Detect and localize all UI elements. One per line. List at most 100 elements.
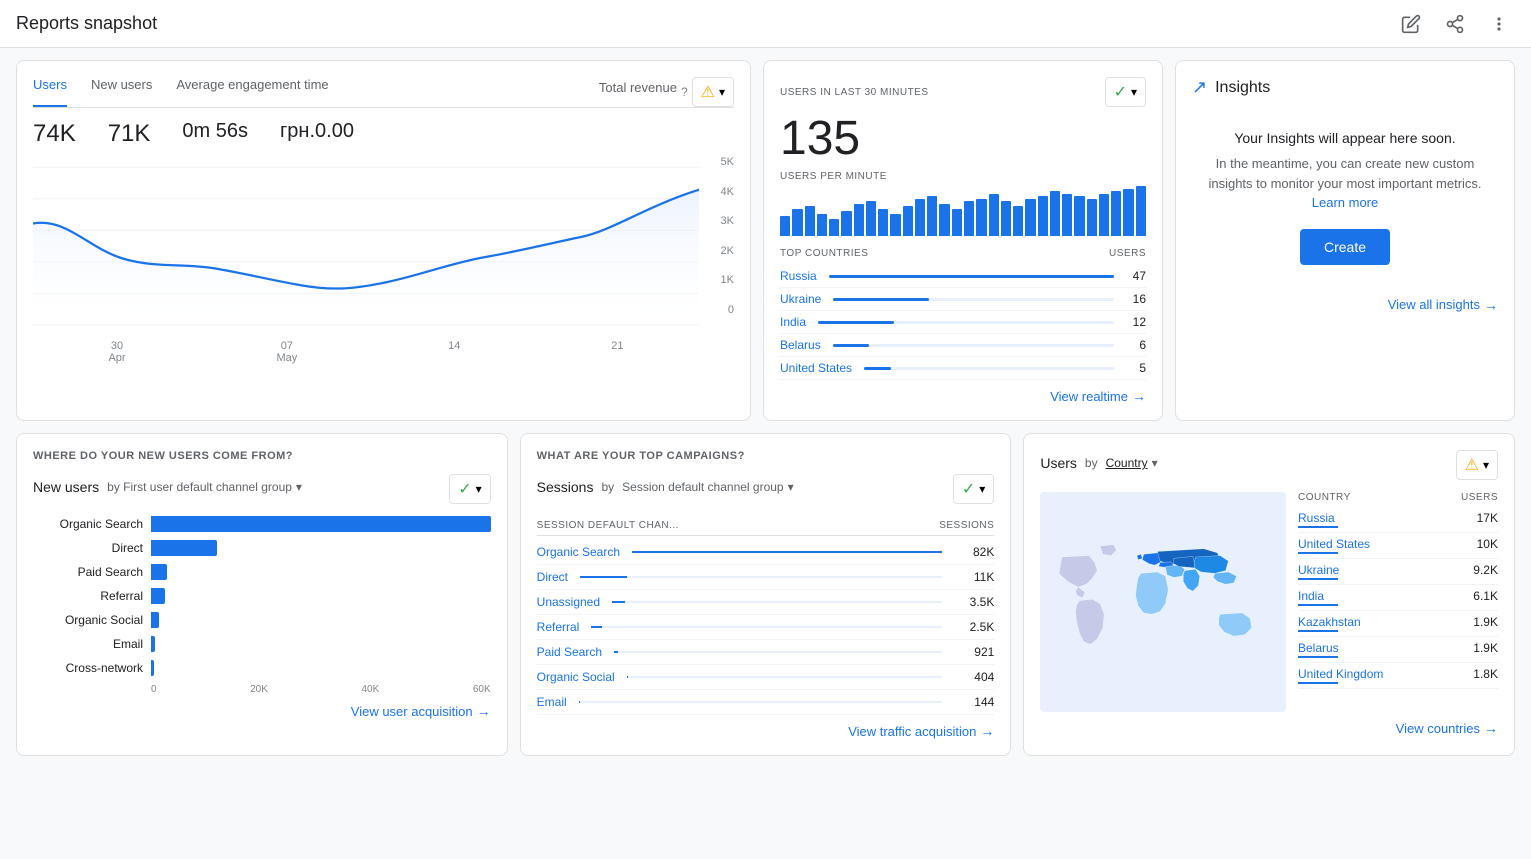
- tab-engagement[interactable]: Average engagement time: [176, 77, 328, 107]
- view-countries-link[interactable]: View countries →: [1040, 720, 1498, 736]
- h-bar-fill: [151, 564, 167, 580]
- acquisition-check-icon: ✓: [458, 479, 471, 499]
- metric-new-users: 71K: [108, 120, 151, 148]
- session-row: Referral 2.5K: [537, 615, 995, 640]
- map-country-name-wrap: United Kingdom: [1298, 667, 1383, 684]
- map-content: COUNTRY USERS Russia 17K United States 1…: [1040, 492, 1498, 712]
- session-bar: [579, 701, 580, 703]
- view-all-insights-link[interactable]: View all insights →: [1192, 297, 1498, 313]
- map-country-name[interactable]: India: [1298, 589, 1338, 603]
- country-row: Russia 47: [780, 265, 1146, 288]
- map-filter-btn[interactable]: ⚠ ▾: [1456, 450, 1498, 480]
- session-name[interactable]: Organic Search: [537, 545, 620, 559]
- country-row: United States 5: [780, 357, 1146, 380]
- map-country-name[interactable]: Ukraine: [1298, 563, 1339, 577]
- acquisition-section-title: WHERE DO YOUR NEW USERS COME FROM?: [33, 450, 491, 462]
- chevron-right-insights: →: [1484, 297, 1498, 313]
- map-country-name-wrap: Kazakhstan: [1298, 615, 1361, 632]
- map-country-name[interactable]: United Kingdom: [1298, 667, 1383, 681]
- realtime-bar: [817, 214, 827, 237]
- map-country-name[interactable]: Russia: [1298, 511, 1338, 525]
- session-bar-wrap: [591, 626, 942, 628]
- h-bar-fill: [151, 636, 155, 652]
- realtime-bar: [1136, 186, 1146, 236]
- warning-icon: ⚠: [701, 82, 715, 102]
- create-button[interactable]: Create: [1300, 229, 1390, 265]
- country-name[interactable]: United States: [780, 361, 852, 375]
- session-name[interactable]: Direct: [537, 570, 568, 584]
- x-label-21: 21: [611, 340, 623, 364]
- session-name[interactable]: Organic Social: [537, 670, 615, 684]
- map-country-value: 1.9K: [1473, 641, 1498, 658]
- new-users-value: 71K: [108, 120, 151, 148]
- country-name[interactable]: Russia: [780, 269, 817, 283]
- users-col-label: USERS: [1109, 248, 1146, 259]
- view-traffic-acquisition-link[interactable]: View traffic acquisition →: [537, 723, 995, 739]
- session-name[interactable]: Unassigned: [537, 595, 600, 609]
- realtime-bar: [976, 199, 986, 237]
- session-name[interactable]: Email: [537, 695, 567, 709]
- users-value: 74K: [33, 120, 76, 148]
- top-row: Users New users Average engagement time …: [16, 60, 1515, 421]
- session-row: Direct 11K: [537, 565, 995, 590]
- chart-x-labels: 30Apr 07May 14 21: [33, 340, 734, 364]
- y-label-1k: 1K: [704, 274, 734, 286]
- realtime-bar: [805, 206, 815, 236]
- session-bar-wrap: [614, 651, 942, 653]
- more-button[interactable]: [1483, 8, 1515, 40]
- map-country-name[interactable]: United States: [1298, 537, 1370, 551]
- view-user-acquisition-link[interactable]: View user acquisition →: [33, 703, 491, 719]
- session-row: Email 144: [537, 690, 995, 715]
- session-value: 82K: [954, 545, 994, 559]
- country-value: 5: [1126, 361, 1146, 375]
- h-bar-row: Organic Social: [33, 612, 491, 628]
- map-table-section: COUNTRY USERS Russia 17K United States 1…: [1298, 492, 1498, 712]
- country-name[interactable]: Ukraine: [780, 292, 821, 306]
- acquisition-subtitle: New users by First user default channel …: [33, 479, 302, 495]
- session-name[interactable]: Paid Search: [537, 645, 602, 659]
- country-underline: [1298, 578, 1338, 580]
- acquisition-filter-row: New users by First user default channel …: [33, 474, 491, 504]
- session-bar-wrap: [632, 551, 942, 553]
- map-warning-icon: ⚠: [1465, 455, 1479, 475]
- session-bar-wrap: [627, 676, 943, 678]
- share-button[interactable]: [1439, 8, 1471, 40]
- session-bar: [591, 626, 602, 628]
- revenue-info-icon[interactable]: ?: [681, 85, 688, 99]
- edit-button[interactable]: [1395, 8, 1427, 40]
- realtime-filter-btn[interactable]: ✓ ▾: [1105, 77, 1146, 107]
- country-name[interactable]: Belarus: [780, 338, 821, 352]
- tab-new-users[interactable]: New users: [91, 77, 152, 107]
- campaigns-filter-btn[interactable]: ✓ ▾: [953, 474, 994, 504]
- top-countries-header: TOP COUNTRIES USERS: [780, 248, 1146, 259]
- country-row: Belarus 6: [780, 334, 1146, 357]
- world-map-svg: [1040, 492, 1286, 712]
- session-row: Paid Search 921: [537, 640, 995, 665]
- view-realtime-link[interactable]: View realtime →: [780, 388, 1146, 404]
- map-country-row: India 6.1K: [1298, 585, 1498, 611]
- y-label-4k: 4K: [704, 186, 734, 198]
- world-map: [1040, 492, 1286, 712]
- country-value: 12: [1126, 315, 1146, 329]
- session-value: 144: [954, 695, 994, 709]
- x-label-apr30: 30Apr: [108, 340, 125, 364]
- tab-revenue[interactable]: Total revenue: [599, 80, 677, 105]
- tab-users[interactable]: Users: [33, 77, 67, 107]
- h-bar-row: Cross-network: [33, 660, 491, 676]
- map-country-name[interactable]: Kazakhstan: [1298, 615, 1361, 629]
- learn-more-link[interactable]: Learn more: [1312, 195, 1378, 210]
- session-bar: [614, 651, 618, 653]
- acquisition-filter-btn[interactable]: ✓ ▾: [449, 474, 490, 504]
- session-name[interactable]: Referral: [537, 620, 580, 634]
- country-name[interactable]: India: [780, 315, 806, 329]
- h-bar-track: [151, 516, 491, 532]
- main-chart-svg: [33, 156, 699, 336]
- map-country-name-wrap: India: [1298, 589, 1338, 606]
- revenue-warning-btn[interactable]: ⚠ ▾: [692, 77, 734, 107]
- realtime-bar: [1111, 191, 1121, 236]
- map-country-value: 17K: [1477, 511, 1498, 528]
- map-country-name[interactable]: Belarus: [1298, 641, 1339, 655]
- h-bar-label: Cross-network: [33, 661, 143, 675]
- realtime-bar: [792, 209, 802, 237]
- insights-main: Your Insights will appear here soon. In …: [1192, 114, 1498, 281]
